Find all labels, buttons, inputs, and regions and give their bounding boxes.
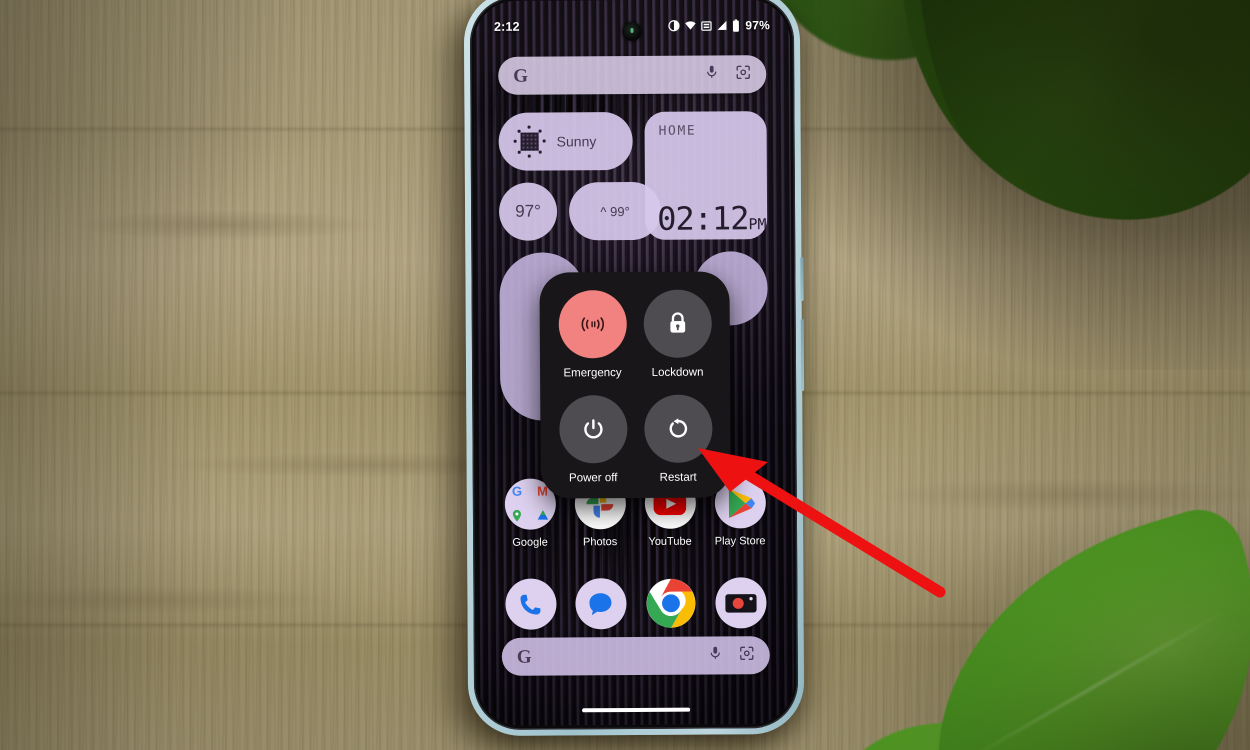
home-gesture-pill[interactable] xyxy=(582,707,691,713)
google-lens-icon[interactable] xyxy=(735,64,751,85)
google-lens-icon[interactable] xyxy=(739,645,755,666)
app-label: Play Store xyxy=(714,535,766,548)
power-icon xyxy=(558,395,628,464)
app-label: YouTube xyxy=(648,535,692,548)
lock-icon xyxy=(643,289,712,358)
clock-time: 02:12PM xyxy=(657,199,767,238)
weather-condition-label: Sunny xyxy=(556,133,597,150)
phone-screen: 2:12 97% G Sunny 97° ^ 99° HOME 02:12PM … xyxy=(473,0,795,726)
dock-app-camera[interactable] xyxy=(705,577,775,635)
weather-current-temp[interactable]: 97° xyxy=(498,182,558,241)
google-search-bar-top[interactable]: G xyxy=(498,55,767,95)
phone-icon xyxy=(504,578,557,630)
power-menu-lockdown-button[interactable]: Lockdown xyxy=(643,289,712,379)
microphone-icon[interactable] xyxy=(708,644,723,666)
clock-widget[interactable]: HOME 02:12PM xyxy=(644,111,768,240)
app-label: Google xyxy=(512,536,548,549)
power-menu-label: Restart xyxy=(659,471,697,484)
google-logo-bottom: G xyxy=(516,646,532,668)
widget-area: Sunny 97° ^ 99° HOME 02:12PM xyxy=(498,111,768,241)
sunny-icon xyxy=(513,125,547,159)
status-bar-icons: 97% xyxy=(668,18,770,33)
phone-bezel: 2:12 97% G Sunny 97° ^ 99° HOME 02:12PM … xyxy=(469,0,799,730)
power-menu-power-off-button[interactable]: Power off xyxy=(558,395,628,485)
chrome-icon xyxy=(645,578,696,629)
screenshot-scene: 2:12 97% G Sunny 97° ^ 99° HOME 02:12PM … xyxy=(0,0,1250,750)
signal-icon xyxy=(716,19,728,31)
app-label: Photos xyxy=(582,536,618,549)
power-menu-dialog: Emergency Lockdown Power off Restart xyxy=(539,271,731,499)
status-bar-clock: 2:12 xyxy=(493,19,520,34)
volume-button-hardware[interactable] xyxy=(800,318,805,391)
emergency-broadcast-icon xyxy=(558,290,627,359)
microphone-icon[interactable] xyxy=(704,63,719,85)
google-logo-top: G xyxy=(513,65,529,87)
status-bar: 2:12 97% xyxy=(474,13,790,39)
home-screen-dock xyxy=(495,577,775,637)
google-search-bar-bottom[interactable]: G xyxy=(501,636,770,676)
power-menu-label: Power off xyxy=(568,472,618,485)
camera-icon xyxy=(714,577,767,629)
restart-icon xyxy=(643,394,713,463)
clock-location-label: HOME xyxy=(658,123,697,139)
power-button-hardware[interactable] xyxy=(800,256,804,301)
messages-icon xyxy=(574,578,627,630)
battery-icon xyxy=(732,18,740,32)
data-saver-icon xyxy=(701,20,713,31)
wifi-icon xyxy=(684,20,697,32)
battery-percentage: 97% xyxy=(745,18,770,33)
dark-mode-icon xyxy=(668,20,680,32)
power-menu-label: Lockdown xyxy=(651,366,704,379)
phone-device: 2:12 97% G Sunny 97° ^ 99° HOME 02:12PM … xyxy=(463,0,805,737)
power-menu-label: Emergency xyxy=(563,367,622,380)
dock-app-chrome[interactable] xyxy=(635,578,705,636)
power-menu-emergency-button[interactable]: Emergency xyxy=(558,290,627,379)
dock-app-phone[interactable] xyxy=(495,578,565,636)
power-menu-restart-button[interactable]: Restart xyxy=(643,394,713,484)
dock-app-messages[interactable] xyxy=(565,578,635,636)
weather-widget-condition[interactable]: Sunny xyxy=(498,112,633,171)
